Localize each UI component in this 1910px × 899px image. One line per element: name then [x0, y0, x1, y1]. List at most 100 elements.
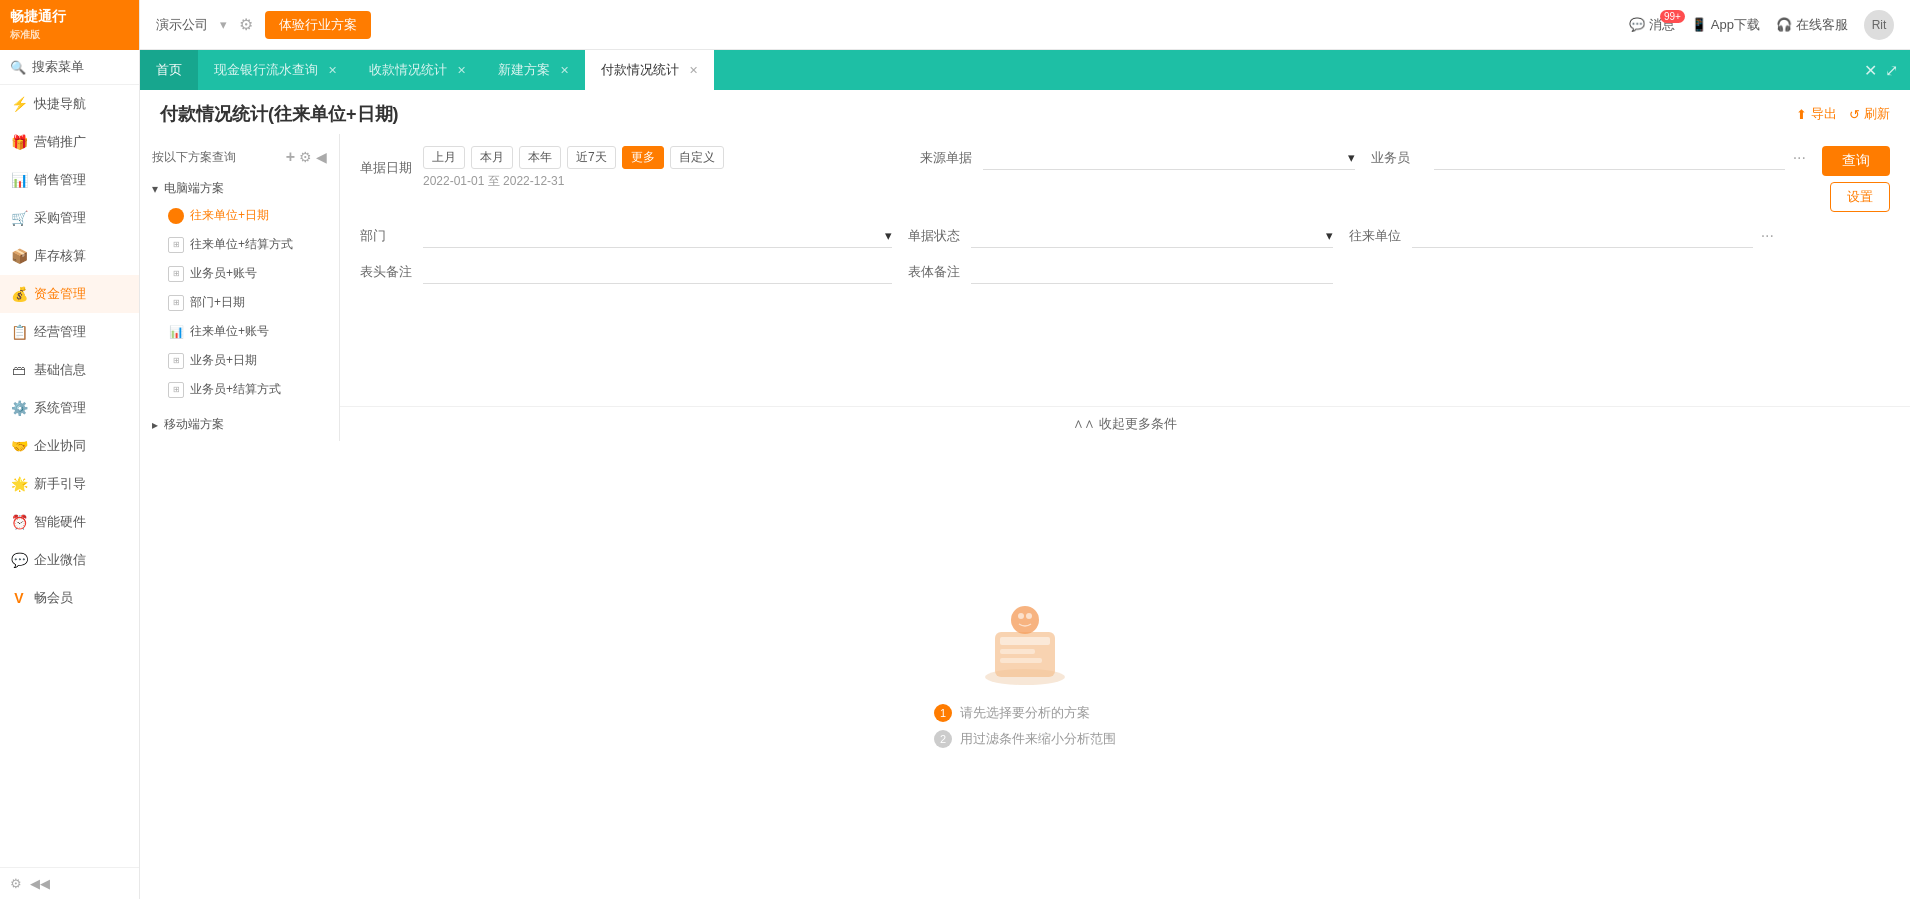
- tab-bank[interactable]: 现金银行流水查询 ✕: [198, 50, 353, 90]
- tab-bank-close-icon[interactable]: ✕: [328, 64, 337, 77]
- sidebar-item-purchase[interactable]: 🛒 采购管理: [0, 199, 139, 237]
- scheme-item-1-label: 往来单位+结算方式: [190, 236, 293, 253]
- source-label: 来源单据: [920, 149, 975, 167]
- tabbar-actions: ✕ ⤢: [1864, 61, 1910, 80]
- sidebar-item-cooperation[interactable]: 🤝 企业协同: [0, 427, 139, 465]
- app-version: 标准版: [10, 28, 66, 42]
- tab-payments-close-icon[interactable]: ✕: [689, 64, 698, 77]
- settings-icon[interactable]: ⚙: [10, 876, 22, 891]
- query-btn[interactable]: 查询: [1822, 146, 1890, 176]
- body-note-input[interactable]: [971, 260, 1333, 284]
- online-service-area[interactable]: 🎧 在线客服: [1776, 16, 1848, 34]
- date-btn-this-month[interactable]: 本月: [471, 146, 513, 169]
- sales-icon: 📊: [10, 171, 28, 189]
- scheme-item-3[interactable]: ⊞ 部门+日期: [140, 288, 339, 317]
- collapse-sidebar-icon[interactable]: ◀◀: [30, 876, 50, 891]
- company-dropdown-icon[interactable]: ▾: [220, 17, 227, 32]
- svg-rect-3: [1000, 649, 1035, 654]
- sidebar-item-system[interactable]: ⚙️ 系统管理: [0, 389, 139, 427]
- date-btn-7days[interactable]: 近7天: [567, 146, 616, 169]
- svg-point-6: [1018, 613, 1024, 619]
- search-menu[interactable]: 🔍 搜索菜单: [0, 50, 139, 85]
- page-header: 付款情况统计(往来单位+日期) ⬆ 导出 ↺ 刷新: [140, 90, 1910, 134]
- date-btn-more[interactable]: 更多: [622, 146, 664, 169]
- source-select[interactable]: ▾: [983, 146, 1355, 170]
- scheme-item-0[interactable]: 往来单位+日期: [140, 201, 339, 230]
- tab-receipts[interactable]: 收款情况统计 ✕: [353, 50, 482, 90]
- hardware-label: 智能硬件: [34, 513, 86, 531]
- status-select[interactable]: ▾: [971, 224, 1333, 248]
- topbar-gear-icon[interactable]: ⚙: [239, 15, 253, 34]
- system-icon: ⚙️: [10, 399, 28, 417]
- sidebar-item-basic[interactable]: 🗃 基础信息: [0, 351, 139, 389]
- user-avatar[interactable]: Rit: [1864, 10, 1894, 40]
- filter-right: 单据日期 上月 本月 本年 近7天 更多 自定义: [340, 134, 1910, 441]
- sidebar-item-sales[interactable]: 📊 销售管理: [0, 161, 139, 199]
- app-download-area[interactable]: 📱 App下载: [1691, 16, 1760, 34]
- tip-num-2: 2: [934, 730, 952, 748]
- empty-tip-2: 2 用过滤条件来缩小分析范围: [934, 730, 1116, 748]
- export-icon: ⬆: [1796, 107, 1807, 122]
- export-label: 导出: [1811, 105, 1837, 123]
- tab-maximize-icon[interactable]: ⤢: [1885, 61, 1898, 80]
- refresh-btn[interactable]: ↺ 刷新: [1849, 105, 1890, 123]
- tab-home[interactable]: 首页: [140, 50, 198, 90]
- date-btn-this-year[interactable]: 本年: [519, 146, 561, 169]
- scheme-item-6-label: 业务员+结算方式: [190, 381, 281, 398]
- scheme-settings-icon[interactable]: ⚙: [299, 149, 312, 165]
- dept-select[interactable]: ▾: [423, 224, 892, 248]
- collapse-up-icon: ∧∧: [1073, 416, 1099, 431]
- filter-item-body-note: 表体备注: [908, 260, 1333, 284]
- tab-new-scheme-close-icon[interactable]: ✕: [560, 64, 569, 77]
- scheme-item-5[interactable]: ⊞ 业务员+日期: [140, 346, 339, 375]
- partner-input[interactable]: [1412, 224, 1753, 248]
- salesperson-input[interactable]: [1434, 146, 1785, 170]
- setting-btn[interactable]: 设置: [1830, 182, 1890, 212]
- sidebar-item-guide[interactable]: 🌟 新手引导: [0, 465, 139, 503]
- scheme-group-desktop-label: 电脑端方案: [164, 180, 224, 197]
- salesperson-dots-icon[interactable]: ···: [1793, 149, 1806, 167]
- sidebar-item-finance[interactable]: 💰 资金管理: [0, 275, 139, 313]
- tab-bank-label: 现金银行流水查询: [214, 61, 318, 79]
- tab-payments[interactable]: 付款情况统计 ✕: [585, 50, 714, 90]
- purchase-icon: 🛒: [10, 209, 28, 227]
- sidebar-item-hardware[interactable]: ⏰ 智能硬件: [0, 503, 139, 541]
- collapse-bar[interactable]: ∧∧ 收起更多条件: [340, 406, 1910, 441]
- tab-new-scheme[interactable]: 新建方案 ✕: [482, 50, 585, 90]
- scheme-group-mobile-title[interactable]: ▸ 移动端方案: [140, 412, 339, 437]
- partner-dots-icon[interactable]: ···: [1761, 227, 1774, 245]
- scheme-item-0-label: 往来单位+日期: [190, 207, 269, 224]
- tab-close-all-icon[interactable]: ✕: [1864, 61, 1877, 80]
- notification-area[interactable]: 💬 消息 99+: [1629, 16, 1675, 34]
- sidebar-item-operation[interactable]: 📋 经营管理: [0, 313, 139, 351]
- scheme-group-desktop: ▾ 电脑端方案 往来单位+日期 ⊞ 往来单位+结算方式 ⊞: [140, 172, 339, 408]
- svg-rect-4: [1000, 658, 1042, 663]
- sidebar-item-inventory[interactable]: 📦 库存核算: [0, 237, 139, 275]
- basic-icon: 🗃: [10, 361, 28, 379]
- scheme-group-desktop-title[interactable]: ▾ 电脑端方案: [140, 176, 339, 201]
- dept-dropdown-icon: ▾: [885, 228, 892, 243]
- operation-label: 经营管理: [34, 323, 86, 341]
- scheme-collapse-icon[interactable]: ◀: [316, 149, 327, 165]
- scheme-item-1[interactable]: ⊞ 往来单位+结算方式: [140, 230, 339, 259]
- date-btn-last-month[interactable]: 上月: [423, 146, 465, 169]
- weixin-label: 企业微信: [34, 551, 86, 569]
- date-btn-custom[interactable]: 自定义: [670, 146, 724, 169]
- export-btn[interactable]: ⬆ 导出: [1796, 105, 1837, 123]
- refresh-icon: ↺: [1849, 107, 1860, 122]
- tab-receipts-close-icon[interactable]: ✕: [457, 64, 466, 77]
- sidebar-item-marketing[interactable]: 🎁 营销推广: [0, 123, 139, 161]
- guide-icon: 🌟: [10, 475, 28, 493]
- empty-tips: 1 请先选择要分析的方案 2 用过滤条件来缩小分析范围: [934, 704, 1116, 748]
- scheme-item-6[interactable]: ⊞ 业务员+结算方式: [140, 375, 339, 404]
- scheme-item-3-icon: ⊞: [168, 295, 184, 311]
- sidebar-item-vip[interactable]: V 畅会员: [0, 579, 139, 617]
- scheme-item-4[interactable]: 📊 往来单位+账号: [140, 317, 339, 346]
- sidebar-item-weixin[interactable]: 💬 企业微信: [0, 541, 139, 579]
- trial-btn[interactable]: 体验行业方案: [265, 11, 371, 39]
- scheme-item-5-icon: ⊞: [168, 353, 184, 369]
- scheme-item-2[interactable]: ⊞ 业务员+账号: [140, 259, 339, 288]
- add-scheme-icon[interactable]: +: [286, 148, 295, 166]
- header-note-input[interactable]: [423, 260, 892, 284]
- sidebar-item-quicknav[interactable]: ⚡ 快捷导航: [0, 85, 139, 123]
